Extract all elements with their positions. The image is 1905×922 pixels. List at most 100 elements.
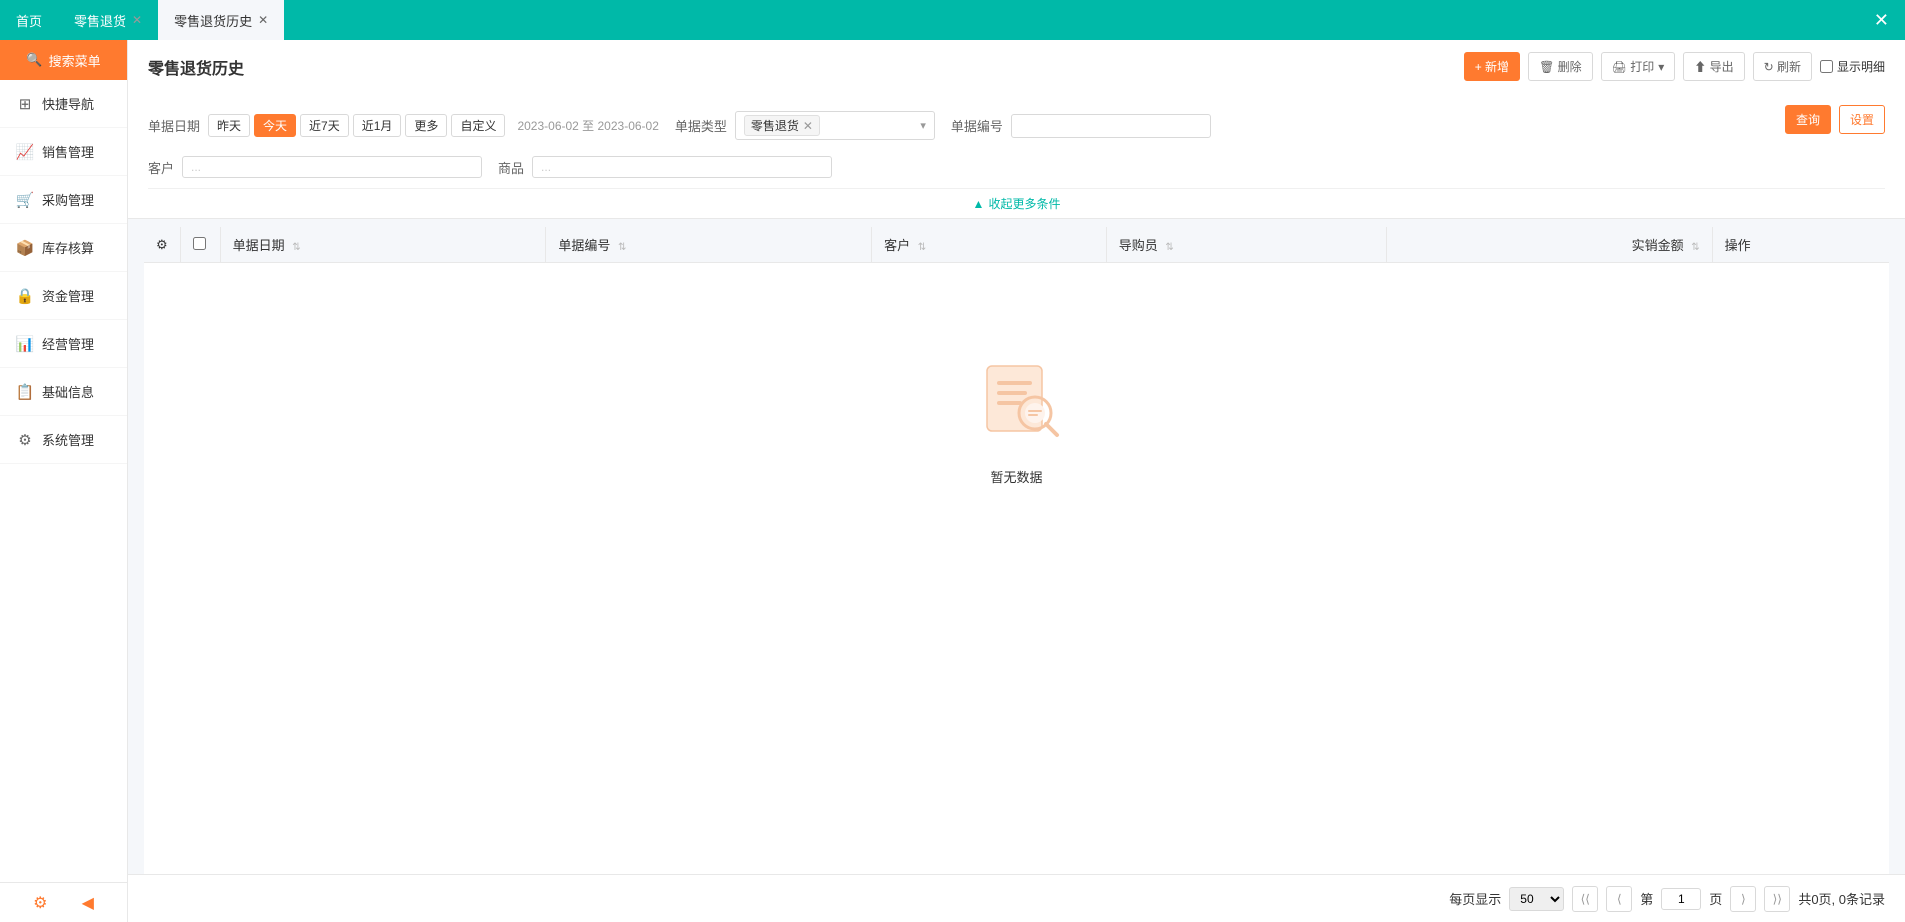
table-area: ⚙ 单据日期 ⇅ 单据编号 — [144, 227, 1889, 874]
sort-icon-actual-amount: ⇅ — [1691, 242, 1699, 253]
menu-label-inventory: 库存核算 — [42, 238, 94, 257]
filter-row-1: 单据日期 昨天今天近7天近1月更多自定义 2023-06-02 至 2023-0… — [148, 105, 1885, 146]
goods-label: 商品 — [498, 158, 524, 177]
th-actions: 操作 — [1712, 227, 1889, 263]
export-button[interactable]: ⬆ 导出 — [1683, 52, 1744, 81]
th-guide[interactable]: 导购员 ⇅ — [1106, 227, 1386, 263]
filter-item-customer: 客户 ... — [148, 156, 482, 178]
window-close-button[interactable]: ✕ — [1858, 10, 1905, 31]
empty-state-icon — [967, 351, 1067, 451]
th-customer[interactable]: 客户 ⇅ — [872, 227, 1107, 263]
bill-number-input[interactable] — [1011, 114, 1211, 138]
th-guide-label: 导购员 — [1119, 238, 1158, 253]
bill-type-arrow-icon: ▾ — [920, 119, 926, 132]
empty-row: 暂无数据 — [144, 263, 1889, 575]
sidebar-item-basic-info[interactable]: 📋 基础信息 — [0, 368, 127, 416]
bill-type-tag-text: 零售退货 — [751, 117, 799, 134]
per-page-label: 每页显示 — [1449, 889, 1501, 908]
empty-state: 暂无数据 — [156, 271, 1877, 566]
th-actual-amount[interactable]: 实销金额 ⇅ — [1386, 227, 1712, 263]
date-btn-今天[interactable]: 今天 — [254, 114, 296, 137]
goods-select[interactable]: ... — [532, 156, 832, 178]
per-page-select[interactable]: 50 10 20 100 — [1509, 887, 1564, 911]
sidebar-item-purchase-mgmt[interactable]: 🛒 采购管理 — [0, 176, 127, 224]
customer-label: 客户 — [148, 158, 174, 177]
customer-select[interactable]: ... — [182, 156, 482, 178]
filter-area: 单据日期 昨天今天近7天近1月更多自定义 2023-06-02 至 2023-0… — [148, 93, 1885, 218]
menu-icon-system-mgmt: ⚙ — [16, 431, 34, 449]
menu-label-operations-mgmt: 经营管理 — [42, 334, 94, 353]
new-button[interactable]: + 新增 — [1464, 52, 1520, 81]
next-page-button[interactable]: ⟩ — [1730, 886, 1756, 912]
print-dropdown-icon: ▾ — [1658, 60, 1664, 74]
sort-icon-bill-date: ⇅ — [292, 242, 300, 253]
th-bill-date[interactable]: 单据日期 ⇅ — [220, 227, 546, 263]
customer-placeholder: ... — [191, 160, 201, 174]
sidebar-search[interactable]: 🔍 搜索菜单 — [0, 40, 127, 80]
bill-type-tag-remove[interactable]: ✕ — [803, 119, 813, 133]
settings-icon-th: ⚙ — [156, 237, 168, 252]
date-btn-近7天[interactable]: 近7天 — [300, 114, 349, 137]
sidebar-search-label: 搜索菜单 — [49, 51, 101, 70]
bill-number-label: 单据编号 — [951, 116, 1003, 135]
prev-page-button[interactable]: ⟨ — [1606, 886, 1632, 912]
collapse-icon-up: ▲ — [973, 197, 985, 211]
th-actual-amount-label: 实销金额 — [1632, 238, 1684, 253]
tab-label-retail-return-history: 零售退货历史 — [174, 11, 252, 30]
query-button[interactable]: 查询 — [1785, 105, 1831, 134]
sidebar-item-sales-mgmt[interactable]: 📈 销售管理 — [0, 128, 127, 176]
goods-placeholder: ... — [541, 160, 551, 174]
search-icon: 🔍 — [26, 52, 42, 68]
date-btn-更多[interactable]: 更多 — [405, 114, 447, 137]
sidebar-item-quick-nav[interactable]: ⊞ 快捷导航 — [0, 80, 127, 128]
settings-filter-button[interactable]: 设置 — [1839, 105, 1885, 134]
print-label: 🖨 打印 — [1612, 58, 1655, 75]
filter-item-date: 单据日期 昨天今天近7天近1月更多自定义 2023-06-02 至 2023-0… — [148, 114, 659, 137]
select-all-checkbox[interactable] — [193, 237, 206, 250]
first-page-button[interactable]: ⟨⟨ — [1572, 886, 1598, 912]
show-detail-label: 显示明细 — [1837, 58, 1885, 75]
tab-retail-return[interactable]: 零售退货✕ — [58, 0, 158, 40]
date-filter-label: 单据日期 — [148, 116, 200, 135]
sidebar-item-operations-mgmt[interactable]: 📊 经营管理 — [0, 320, 127, 368]
bill-type-select[interactable]: 零售退货 ✕ ▾ — [735, 111, 935, 140]
th-checkbox[interactable] — [180, 227, 220, 263]
delete-button[interactable]: 🗑 删除 — [1528, 52, 1593, 81]
sidebar-item-finance-mgmt[interactable]: 🔒 资金管理 — [0, 272, 127, 320]
page-title-row: 零售退货历史 + 新增 🗑 删除 🖨 打印▾ ⬆ 导出 ↻ 刷新 显示明细 — [148, 52, 1885, 81]
date-btn-昨天[interactable]: 昨天 — [208, 114, 250, 137]
menu-label-quick-nav: 快捷导航 — [42, 94, 94, 113]
tab-retail-return-history[interactable]: 零售退货历史 ✕ — [158, 0, 284, 40]
page-input[interactable] — [1661, 888, 1701, 910]
settings-icon[interactable]: ⚙ — [33, 893, 47, 913]
sidebar-menu: ⊞ 快捷导航 📈 销售管理 🛒 采购管理 📦 库存核算 🔒 资金管理 📊 经营管… — [0, 80, 127, 882]
last-page-button[interactable]: ⟩⟩ — [1764, 886, 1790, 912]
menu-label-purchase-mgmt: 采购管理 — [42, 190, 94, 209]
print-button[interactable]: 🖨 打印▾ — [1601, 52, 1676, 81]
th-settings[interactable]: ⚙ — [144, 227, 180, 263]
empty-text: 暂无数据 — [990, 467, 1042, 486]
th-customer-label: 客户 — [884, 238, 910, 253]
tab-label-home: 首页 — [16, 11, 42, 30]
date-btn-近1月[interactable]: 近1月 — [353, 114, 402, 137]
menu-icon-quick-nav: ⊞ — [16, 95, 34, 113]
sort-icon-customer: ⇅ — [918, 242, 926, 253]
sidebar-item-system-mgmt[interactable]: ⚙ 系统管理 — [0, 416, 127, 464]
collapse-filter-button[interactable]: ▲ 收起更多条件 — [148, 188, 1885, 218]
filter-item-goods: 商品 ... — [498, 156, 832, 178]
menu-icon-purchase-mgmt: 🛒 — [16, 191, 34, 209]
tab-close-retail-return[interactable]: ✕ — [132, 13, 142, 27]
refresh-button[interactable]: ↻ 刷新 — [1753, 52, 1812, 81]
show-detail-input[interactable] — [1820, 60, 1833, 73]
collapse-icon[interactable]: ◀ — [82, 893, 94, 913]
page-suffix: 页 — [1709, 889, 1722, 908]
sidebar: 🔍 搜索菜单 ⊞ 快捷导航 📈 销售管理 🛒 采购管理 📦 库存核算 🔒 资金管… — [0, 40, 128, 922]
tab-home[interactable]: 首页 — [0, 0, 58, 40]
sidebar-item-inventory[interactable]: 📦 库存核算 — [0, 224, 127, 272]
menu-icon-basic-info: 📋 — [16, 383, 34, 401]
th-bill-number-label: 单据编号 — [558, 238, 610, 253]
date-btn-自定义[interactable]: 自定义 — [451, 114, 505, 137]
tab-close-retail-return-history[interactable]: ✕ — [258, 13, 268, 27]
show-detail-checkbox[interactable]: 显示明细 — [1820, 58, 1885, 75]
th-bill-number[interactable]: 单据编号 ⇅ — [546, 227, 872, 263]
